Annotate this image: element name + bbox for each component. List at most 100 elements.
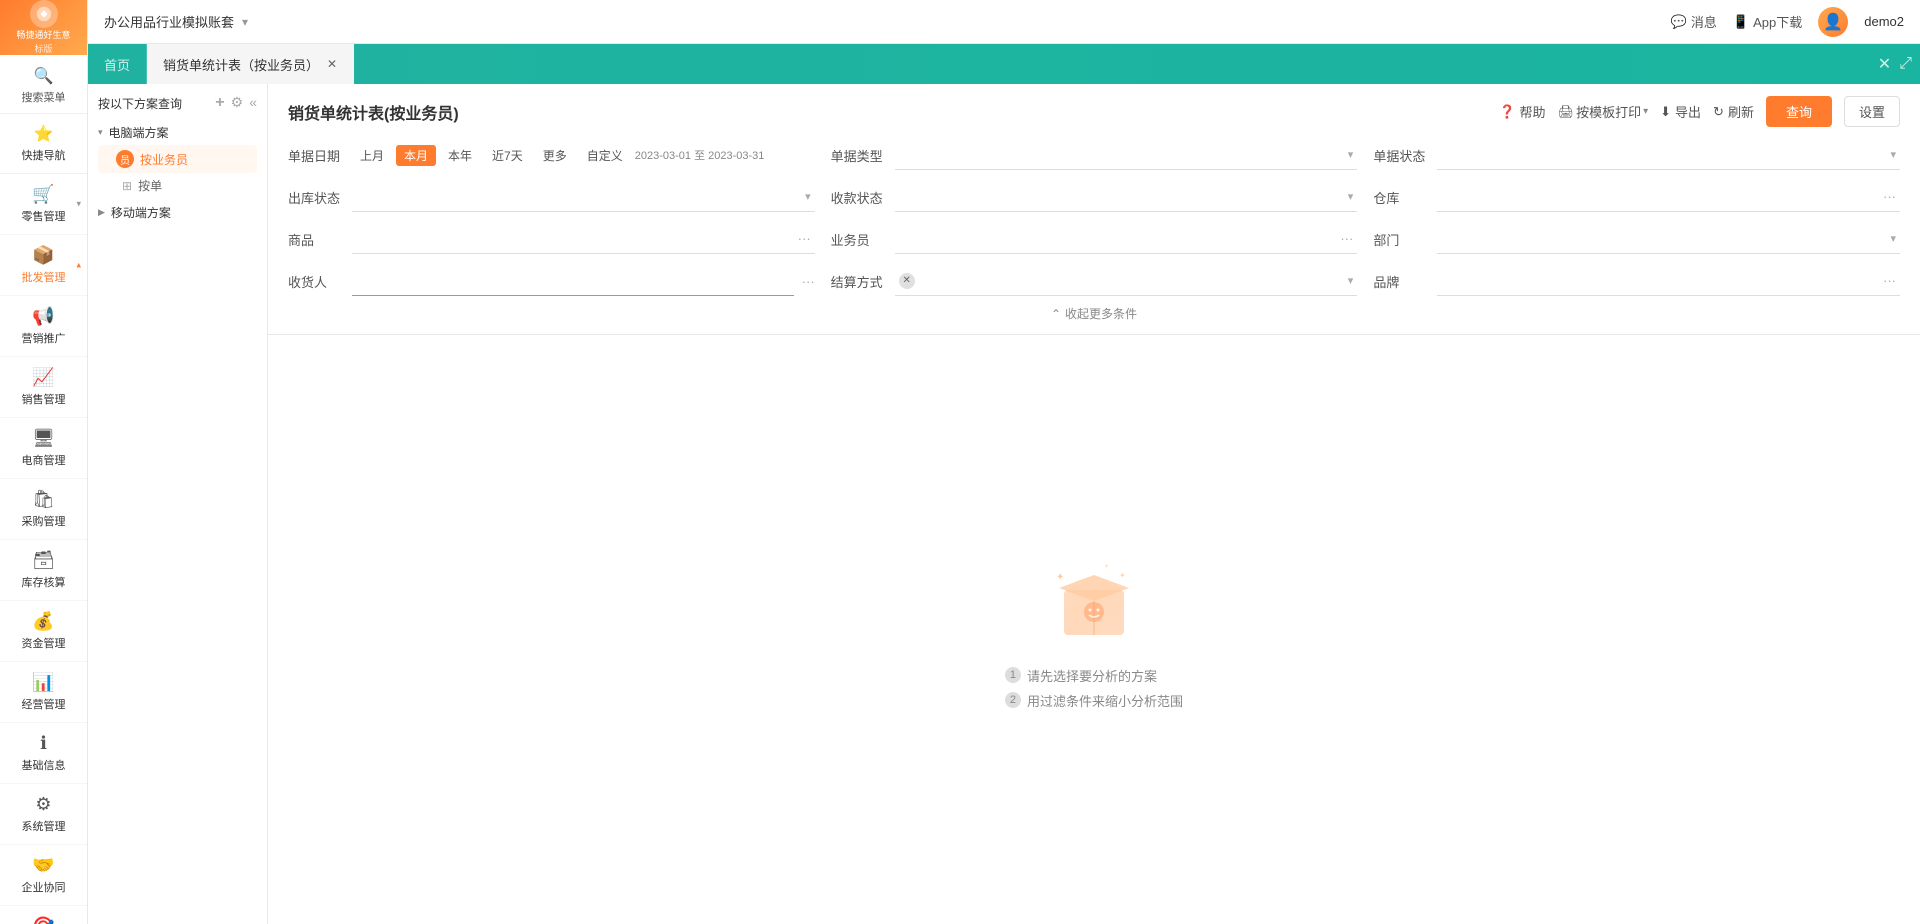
settle-select[interactable]: ✕ ▾ bbox=[895, 266, 1358, 296]
app-download-btn[interactable]: 📱 App下载 bbox=[1733, 12, 1802, 31]
tab-close-btn[interactable]: ✕ bbox=[1878, 54, 1891, 74]
sidebar-item-wholesale[interactable]: 📦 批发管理 ▴ bbox=[0, 235, 87, 296]
tab-expand-btn[interactable]: ⤢ bbox=[1899, 55, 1912, 73]
doctype-select[interactable]: ▾ bbox=[895, 140, 1358, 170]
consignee-input[interactable] bbox=[352, 266, 794, 296]
retail-label: 零售管理 bbox=[22, 208, 66, 224]
system-icon: ⚙ bbox=[35, 794, 51, 815]
tab-sales-stat-label: 销货单统计表（按业务员） bbox=[163, 55, 319, 74]
basic-label: 基础信息 bbox=[22, 757, 66, 773]
filter-area: 单据日期 上月 本月 本年 近7天 更多 自定义 2023-03-01 至 20… bbox=[288, 139, 1900, 297]
topbar: 办公用品行业模拟账套 ▾ 💬 消息 📱 App下载 👤 demo2 bbox=[88, 0, 1920, 44]
sidebar-item-inventory[interactable]: 🗃 库存核算 bbox=[0, 540, 87, 601]
svg-text:✦: ✦ bbox=[1119, 571, 1126, 580]
export-btn[interactable]: ⬇ 导出 bbox=[1660, 102, 1701, 121]
collapse-panel-btn[interactable]: « bbox=[249, 94, 257, 112]
mobile-scheme-group[interactable]: ▶ 移动端方案 bbox=[88, 198, 267, 227]
date-btn-this-month[interactable]: 本月 bbox=[396, 145, 436, 166]
sidebar-item-sales[interactable]: 📈 销售管理 bbox=[0, 357, 87, 418]
purchase-label: 采购管理 bbox=[22, 513, 66, 529]
empty-hint-item-1: 1 请先选择要分析的方案 bbox=[1005, 666, 1157, 685]
scheme-sub-item-by-order[interactable]: ⊞ 按单 bbox=[98, 173, 257, 198]
tab-sales-stat[interactable]: 销货单统计表（按业务员） ✕ bbox=[147, 44, 354, 84]
topbar-title: 办公用品行业模拟账套 bbox=[104, 12, 234, 31]
sidebar-item-shortcut[interactable]: ⭐ 快捷导航 bbox=[0, 114, 87, 174]
marketing-label: 营销推广 bbox=[22, 330, 66, 346]
pc-scheme-group-header[interactable]: ▾ 电脑端方案 bbox=[98, 120, 257, 145]
sidebar-item-purchase[interactable]: 🛍 采购管理 bbox=[0, 479, 87, 540]
collapse-filter-btn[interactable]: ⌃ 收起更多条件 bbox=[288, 297, 1900, 326]
refresh-icon: ↻ bbox=[1713, 104, 1724, 120]
date-btn-this-year[interactable]: 本年 bbox=[440, 145, 480, 166]
settings-btn[interactable]: 设置 bbox=[1844, 96, 1900, 127]
date-btn-more[interactable]: 更多 bbox=[535, 145, 575, 166]
left-panel-title: 按以下方案查询 bbox=[98, 95, 182, 112]
sidebar-item-retail[interactable]: 🛒 零售管理 ▾ bbox=[0, 174, 87, 235]
retail-icon: 🛒 bbox=[32, 184, 54, 205]
sidebar-item-enterprise[interactable]: 🤝 企业协同 bbox=[0, 845, 87, 906]
refresh-btn[interactable]: ↻ 刷新 bbox=[1713, 102, 1754, 121]
sidebar-logo[interactable]: 畅捷通好生意 标版 bbox=[0, 0, 88, 55]
brand-input[interactable]: ··· bbox=[1437, 266, 1900, 296]
date-btn-last-month[interactable]: 上月 bbox=[352, 145, 392, 166]
filter-row-outstatus: 出库状态 ▾ bbox=[288, 181, 815, 213]
right-panel: 销货单统计表(按业务员) ❓ 帮助 🖨 按模板打印 ▾ ⬇ bbox=[268, 84, 1920, 924]
outstatus-select[interactable]: ▾ bbox=[352, 182, 815, 212]
settings-scheme-btn[interactable]: ⚙ bbox=[231, 94, 244, 112]
settle-label: 结算方式 bbox=[831, 272, 887, 291]
pc-scheme-group: ▾ 电脑端方案 员 按业务员 ⊞ 按单 bbox=[88, 120, 267, 198]
filter-row-docstatus: 单据状态 ▾ bbox=[1373, 139, 1900, 171]
date-buttons: 上月 本月 本年 近7天 更多 自定义 2023-03-01 至 2023-03… bbox=[352, 145, 764, 166]
settle-clear-btn[interactable]: ✕ bbox=[899, 273, 915, 289]
consignee-dots-btn[interactable]: ··· bbox=[802, 274, 815, 289]
message-btn[interactable]: 💬 消息 bbox=[1671, 12, 1717, 31]
export-icon: ⬇ bbox=[1660, 104, 1671, 120]
sidebar-item-marketing[interactable]: 📢 营销推广 bbox=[0, 296, 87, 357]
sidebar-item-newbie[interactable]: 🎯 新手引导 bbox=[0, 906, 87, 924]
user-avatar[interactable]: 👤 bbox=[1818, 7, 1848, 37]
collapse-icon: ⌃ bbox=[1051, 307, 1061, 321]
print-btn[interactable]: 🖨 按模板打印 ▾ bbox=[1558, 102, 1649, 121]
topbar-dropdown-btn[interactable]: ▾ bbox=[242, 15, 248, 29]
sidebar-item-system[interactable]: ⚙ 系统管理 bbox=[0, 784, 87, 845]
finance-icon: 💰 bbox=[32, 611, 54, 632]
collectstatus-select[interactable]: ▾ bbox=[895, 182, 1358, 212]
collectstatus-label: 收款状态 bbox=[831, 188, 887, 207]
tab-sales-stat-close[interactable]: ✕ bbox=[327, 57, 337, 71]
marketing-icon: 📢 bbox=[32, 306, 54, 327]
tabbar: 首页 销货单统计表（按业务员） ✕ ✕ ⤢ bbox=[88, 44, 1920, 84]
warehouse-input[interactable]: ··· bbox=[1437, 182, 1900, 212]
docstatus-label: 单据状态 bbox=[1373, 146, 1429, 165]
inventory-label: 库存核算 bbox=[22, 574, 66, 590]
logo-subtitle: 标版 bbox=[34, 42, 52, 55]
page-header: 销货单统计表(按业务员) ❓ 帮助 🖨 按模板打印 ▾ ⬇ bbox=[268, 84, 1920, 335]
wholesale-label: 批发管理 bbox=[22, 269, 66, 285]
wholesale-icon: 📦 bbox=[32, 245, 54, 266]
docstatus-select[interactable]: ▾ bbox=[1437, 140, 1900, 170]
add-scheme-btn[interactable]: + bbox=[215, 94, 224, 112]
help-btn[interactable]: ❓ 帮助 bbox=[1499, 102, 1545, 121]
tab-home[interactable]: 首页 bbox=[88, 44, 147, 84]
doctype-chevron: ▾ bbox=[1348, 148, 1354, 161]
shortcut-label: 快捷导航 bbox=[22, 147, 66, 163]
dept-select[interactable]: ▾ bbox=[1437, 224, 1900, 254]
ecommerce-label: 电商管理 bbox=[22, 452, 66, 468]
scheme-item-by-sales[interactable]: 员 按业务员 bbox=[98, 145, 257, 173]
sidebar-item-finance[interactable]: 💰 资金管理 bbox=[0, 601, 87, 662]
sidebar-item-basic[interactable]: ℹ 基础信息 bbox=[0, 723, 87, 784]
svg-text:✦: ✦ bbox=[1104, 563, 1109, 570]
logo-icon bbox=[30, 0, 58, 28]
user-name[interactable]: demo2 bbox=[1864, 14, 1904, 29]
goods-input[interactable]: ··· bbox=[352, 224, 815, 254]
sidebar-item-operation[interactable]: 📊 经营管理 bbox=[0, 662, 87, 723]
salesperson-dots: ··· bbox=[1340, 231, 1353, 246]
finance-label: 资金管理 bbox=[22, 635, 66, 651]
salesperson-input[interactable]: ··· bbox=[895, 224, 1358, 254]
query-btn[interactable]: 查询 bbox=[1766, 96, 1832, 127]
empty-state: ✦ ✦ ✦ 1 请先选择要分析的方案 2 用过滤条件 bbox=[268, 335, 1920, 924]
sidebar-item-ecommerce[interactable]: 🖥 电商管理 bbox=[0, 418, 87, 479]
search-menu-item[interactable]: 🔍 搜索菜单 bbox=[0, 55, 87, 114]
date-btn-7days[interactable]: 近7天 bbox=[484, 145, 531, 166]
date-btn-custom[interactable]: 自定义 bbox=[579, 145, 631, 166]
page-title: 销货单统计表(按业务员) bbox=[288, 100, 459, 124]
